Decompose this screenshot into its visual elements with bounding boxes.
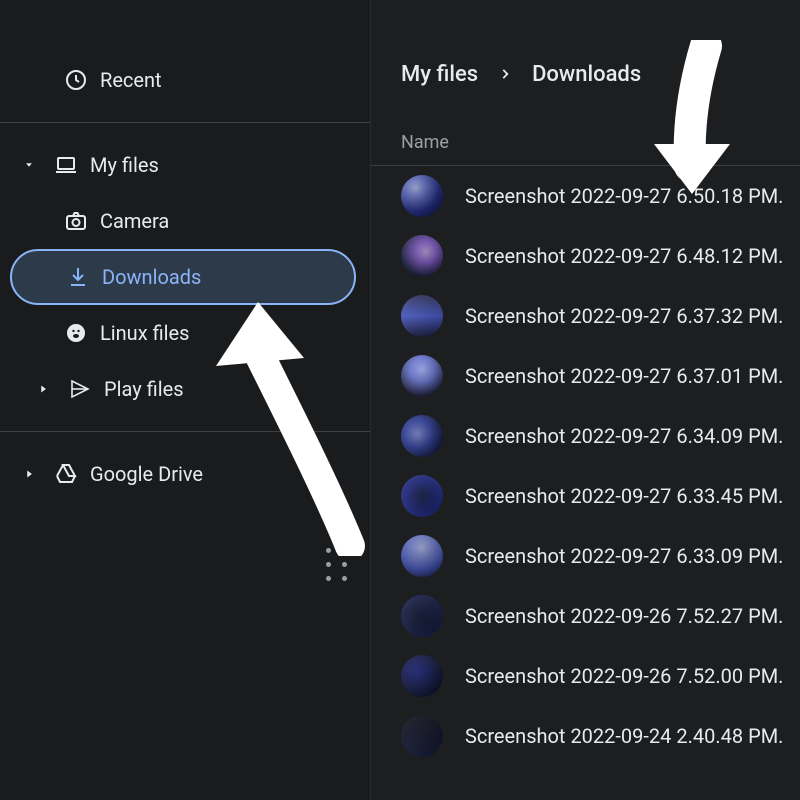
- sidebar-label-recent: Recent: [100, 68, 162, 92]
- file-row[interactable]: Screenshot 2022-09-27 6.33.45 PM.: [371, 466, 800, 526]
- sidebar-divider: [0, 431, 370, 432]
- breadcrumb-root[interactable]: My files: [401, 62, 478, 87]
- drive-icon: [54, 462, 90, 486]
- camera-icon: [64, 209, 100, 233]
- file-name: Screenshot 2022-09-26 7.52.00 PM.: [465, 664, 783, 688]
- sidebar-item-camera[interactable]: Camera: [0, 193, 358, 249]
- file-name: Screenshot 2022-09-27 6.33.45 PM.: [465, 484, 783, 508]
- sidebar-label-gdrive: Google Drive: [90, 462, 203, 486]
- file-row[interactable]: Screenshot 2022-09-27 6.33.09 PM.: [371, 526, 800, 586]
- file-name: Screenshot 2022-09-27 6.50.18 PM.: [465, 184, 783, 208]
- play-icon: [68, 377, 104, 401]
- main-panel: My files Downloads Name Screenshot 2022-…: [370, 0, 800, 800]
- file-row[interactable]: Screenshot 2022-09-27 6.37.32 PM.: [371, 286, 800, 346]
- file-name: Screenshot 2022-09-26 7.52.27 PM.: [465, 604, 783, 628]
- file-thumbnail: [401, 475, 443, 517]
- file-thumbnail: [401, 595, 443, 637]
- sidebar: Recent My files Camera: [0, 0, 370, 800]
- chevron-right-icon[interactable]: [36, 382, 68, 396]
- sidebar-item-my-files[interactable]: My files: [0, 137, 358, 193]
- file-name: Screenshot 2022-09-27 6.37.01 PM.: [465, 364, 783, 388]
- column-header-name[interactable]: Name: [401, 132, 449, 153]
- sidebar-label-camera: Camera: [100, 209, 169, 233]
- file-name: Screenshot 2022-09-24 2.40.48 PM.: [465, 724, 783, 748]
- file-thumbnail: [401, 535, 443, 577]
- file-thumbnail: [401, 715, 443, 757]
- chevron-right-icon[interactable]: [22, 467, 54, 481]
- download-icon: [66, 265, 102, 289]
- sidebar-resize-handle[interactable]: [326, 548, 350, 584]
- file-thumbnail: [401, 175, 443, 217]
- file-row[interactable]: Screenshot 2022-09-27 6.37.01 PM.: [371, 346, 800, 406]
- sidebar-item-recent[interactable]: Recent: [0, 52, 358, 108]
- sidebar-item-linux-files[interactable]: Linux files: [0, 305, 358, 361]
- sidebar-label-my-files: My files: [90, 153, 159, 177]
- sidebar-divider: [0, 122, 370, 123]
- sidebar-item-google-drive[interactable]: Google Drive: [0, 446, 358, 502]
- breadcrumb-current[interactable]: Downloads: [532, 62, 641, 87]
- chevron-down-icon[interactable]: [22, 158, 54, 172]
- file-row[interactable]: Screenshot 2022-09-24 2.40.48 PM.: [371, 706, 800, 766]
- file-row[interactable]: Screenshot 2022-09-26 7.52.27 PM.: [371, 586, 800, 646]
- breadcrumb: My files Downloads: [371, 52, 800, 96]
- file-name: Screenshot 2022-09-27 6.37.32 PM.: [465, 304, 783, 328]
- file-row[interactable]: Screenshot 2022-09-27 6.34.09 PM.: [371, 406, 800, 466]
- file-thumbnail: [401, 355, 443, 397]
- file-thumbnail: [401, 235, 443, 277]
- sidebar-label-downloads: Downloads: [102, 265, 201, 289]
- list-header: Name: [371, 96, 800, 166]
- app-root: Recent My files Camera: [0, 0, 800, 800]
- clock-icon: [64, 68, 100, 92]
- file-list: Screenshot 2022-09-27 6.50.18 PM. Screen…: [371, 166, 800, 800]
- file-thumbnail: [401, 295, 443, 337]
- file-name: Screenshot 2022-09-27 6.48.12 PM.: [465, 244, 783, 268]
- sidebar-label-play: Play files: [104, 377, 184, 401]
- file-thumbnail: [401, 655, 443, 697]
- file-row[interactable]: Screenshot 2022-09-26 7.52.00 PM.: [371, 646, 800, 706]
- linux-icon: [64, 321, 100, 345]
- file-row[interactable]: Screenshot 2022-09-27 6.50.18 PM.: [371, 166, 800, 226]
- sidebar-label-linux: Linux files: [100, 321, 189, 345]
- file-row[interactable]: Screenshot 2022-09-27 6.48.12 PM.: [371, 226, 800, 286]
- file-name: Screenshot 2022-09-27 6.33.09 PM.: [465, 544, 783, 568]
- file-name: Screenshot 2022-09-27 6.34.09 PM.: [465, 424, 783, 448]
- file-thumbnail: [401, 415, 443, 457]
- laptop-icon: [54, 153, 90, 177]
- chevron-right-icon: [498, 62, 512, 87]
- sidebar-item-play-files[interactable]: Play files: [0, 361, 358, 417]
- sidebar-item-downloads[interactable]: Downloads: [10, 249, 356, 305]
